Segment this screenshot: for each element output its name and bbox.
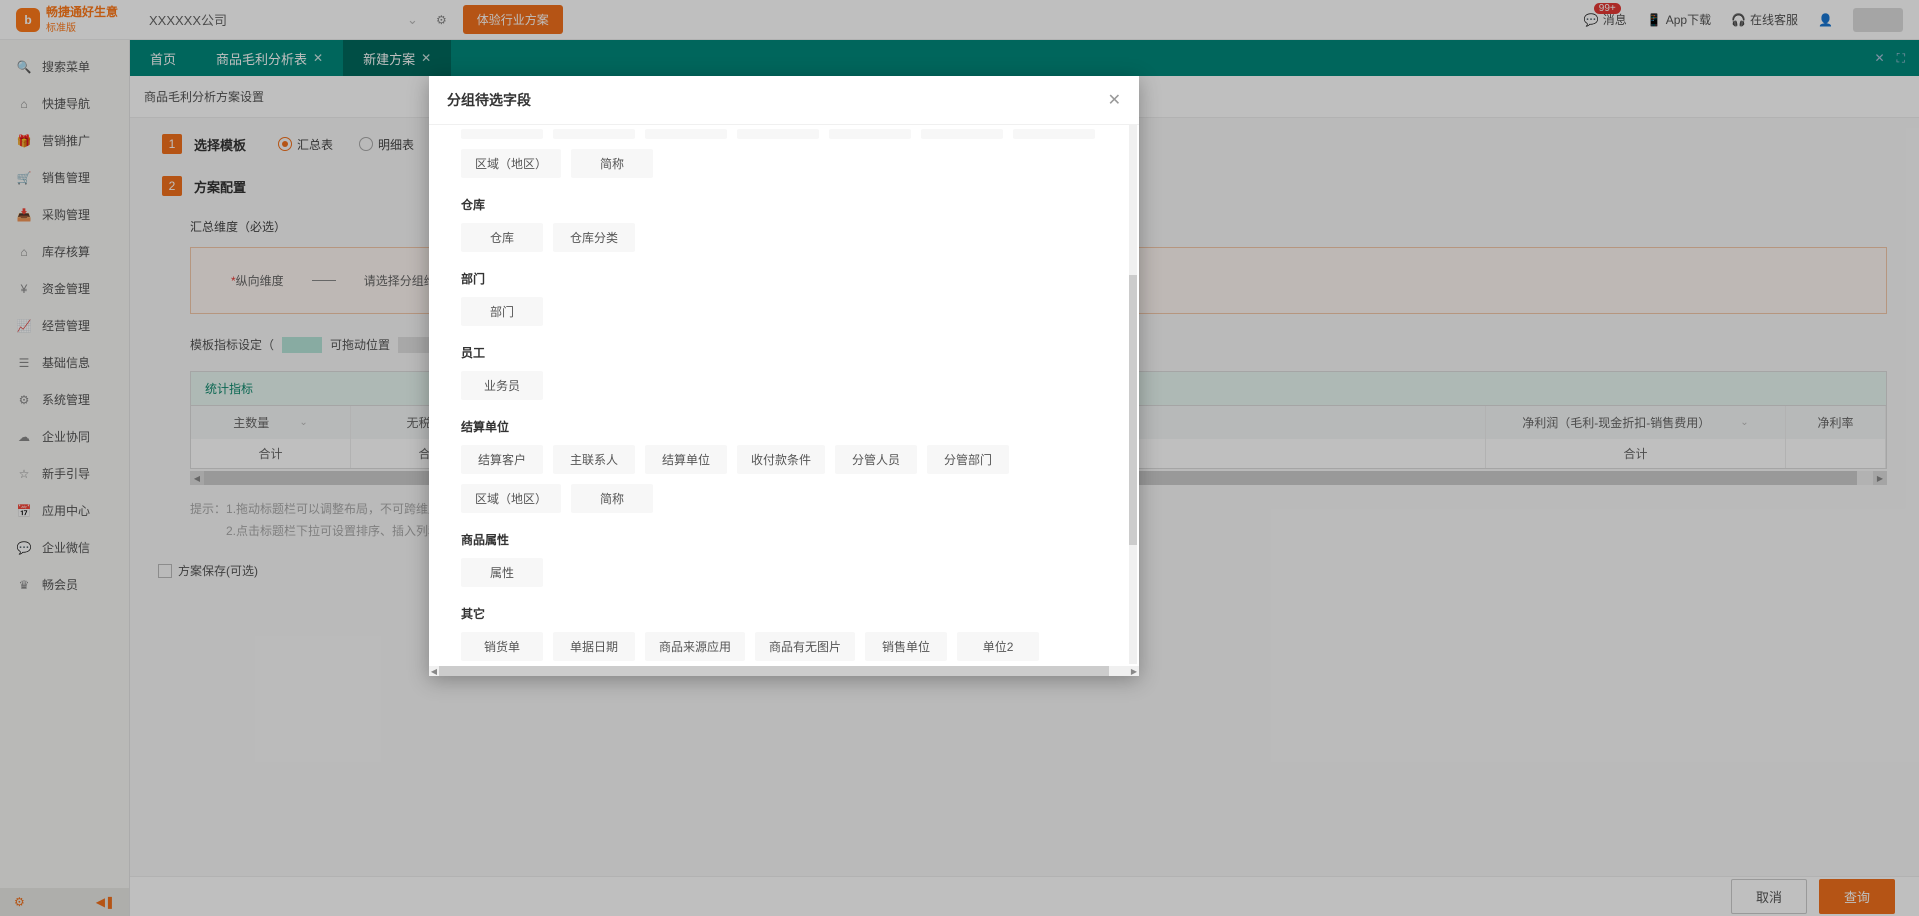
field-chip[interactable]: 部门 xyxy=(461,297,543,326)
modal-vertical-scrollbar[interactable] xyxy=(1129,125,1137,664)
field-chip[interactable]: 单位2 xyxy=(957,632,1039,661)
field-chip[interactable]: 结算客户 xyxy=(461,445,543,474)
field-chip[interactable]: 简称 xyxy=(571,484,653,513)
modal-title: 分组待选字段 xyxy=(447,90,531,110)
scroll-thumb[interactable] xyxy=(439,666,1109,676)
modal-horizontal-scrollbar[interactable]: ◀ ▶ xyxy=(429,666,1139,676)
group-title: 部门 xyxy=(461,270,1107,287)
chip-row: 仓库仓库分类 xyxy=(461,223,1107,252)
field-chip[interactable]: 主联系人 xyxy=(553,445,635,474)
group-title: 结算单位 xyxy=(461,418,1107,435)
field-chip[interactable]: 仓库分类 xyxy=(553,223,635,252)
modal-body: 客户 客户分类 分管部门 分管人员 主联系人 主联系人 销售单位 区域（地区） … xyxy=(429,125,1139,676)
field-chip[interactable]: 分管人员 xyxy=(737,129,819,139)
field-chip[interactable]: 分管部门 xyxy=(927,445,1009,474)
field-chip[interactable]: 主联系人 xyxy=(921,129,1003,139)
field-chip[interactable]: 销售单位 xyxy=(1013,129,1095,139)
group-title: 商品属性 xyxy=(461,531,1107,548)
field-chip[interactable]: 简称 xyxy=(571,149,653,178)
scroll-right-icon[interactable]: ▶ xyxy=(1129,666,1139,676)
field-chip[interactable]: 区域（地区） xyxy=(461,149,561,178)
group-title: 其它 xyxy=(461,605,1107,622)
modal-header: 分组待选字段 ✕ xyxy=(429,76,1139,125)
scroll-left-icon[interactable]: ◀ xyxy=(429,666,439,676)
field-chip[interactable]: 商品来源应用 xyxy=(645,632,745,661)
field-chip[interactable]: 收付款条件 xyxy=(737,445,825,474)
chip-row-partial: 客户 客户分类 分管部门 分管人员 主联系人 主联系人 销售单位 xyxy=(461,129,1107,139)
field-chip[interactable]: 客户 xyxy=(461,129,543,139)
group-title: 员工 xyxy=(461,344,1107,361)
chip-row: 结算客户主联系人结算单位收付款条件分管人员分管部门区域（地区） 简称 xyxy=(461,445,1107,513)
field-picker-modal: 分组待选字段 ✕ 客户 客户分类 分管部门 分管人员 主联系人 主联系人 销售单… xyxy=(429,76,1139,676)
field-chip[interactable]: 分管部门 xyxy=(645,129,727,139)
chip-row: 业务员 xyxy=(461,371,1107,400)
group-title: 仓库 xyxy=(461,196,1107,213)
field-chip[interactable]: 商品有无图片 xyxy=(755,632,855,661)
modal-overlay[interactable]: 分组待选字段 ✕ 客户 客户分类 分管部门 分管人员 主联系人 主联系人 销售单… xyxy=(0,0,1919,916)
field-chip[interactable]: 客户分类 xyxy=(553,129,635,139)
field-chip[interactable]: 主联系人 xyxy=(829,129,911,139)
field-chip[interactable]: 业务员 xyxy=(461,371,543,400)
field-chip[interactable]: 销货单 xyxy=(461,632,543,661)
field-chip[interactable]: 仓库 xyxy=(461,223,543,252)
field-chip[interactable]: 区域（地区） xyxy=(461,484,561,513)
field-chip[interactable]: 单据日期 xyxy=(553,632,635,661)
field-chip[interactable]: 分管人员 xyxy=(835,445,917,474)
field-chip[interactable]: 结算单位 xyxy=(645,445,727,474)
close-icon[interactable]: ✕ xyxy=(1108,90,1121,110)
chip-row: 区域（地区） 简称 xyxy=(461,149,1107,178)
chip-row: 部门 xyxy=(461,297,1107,326)
chip-row: 属性 xyxy=(461,558,1107,587)
field-chip[interactable]: 属性 xyxy=(461,558,543,587)
scroll-thumb[interactable] xyxy=(1129,275,1137,545)
field-chip[interactable]: 销售单位 xyxy=(865,632,947,661)
